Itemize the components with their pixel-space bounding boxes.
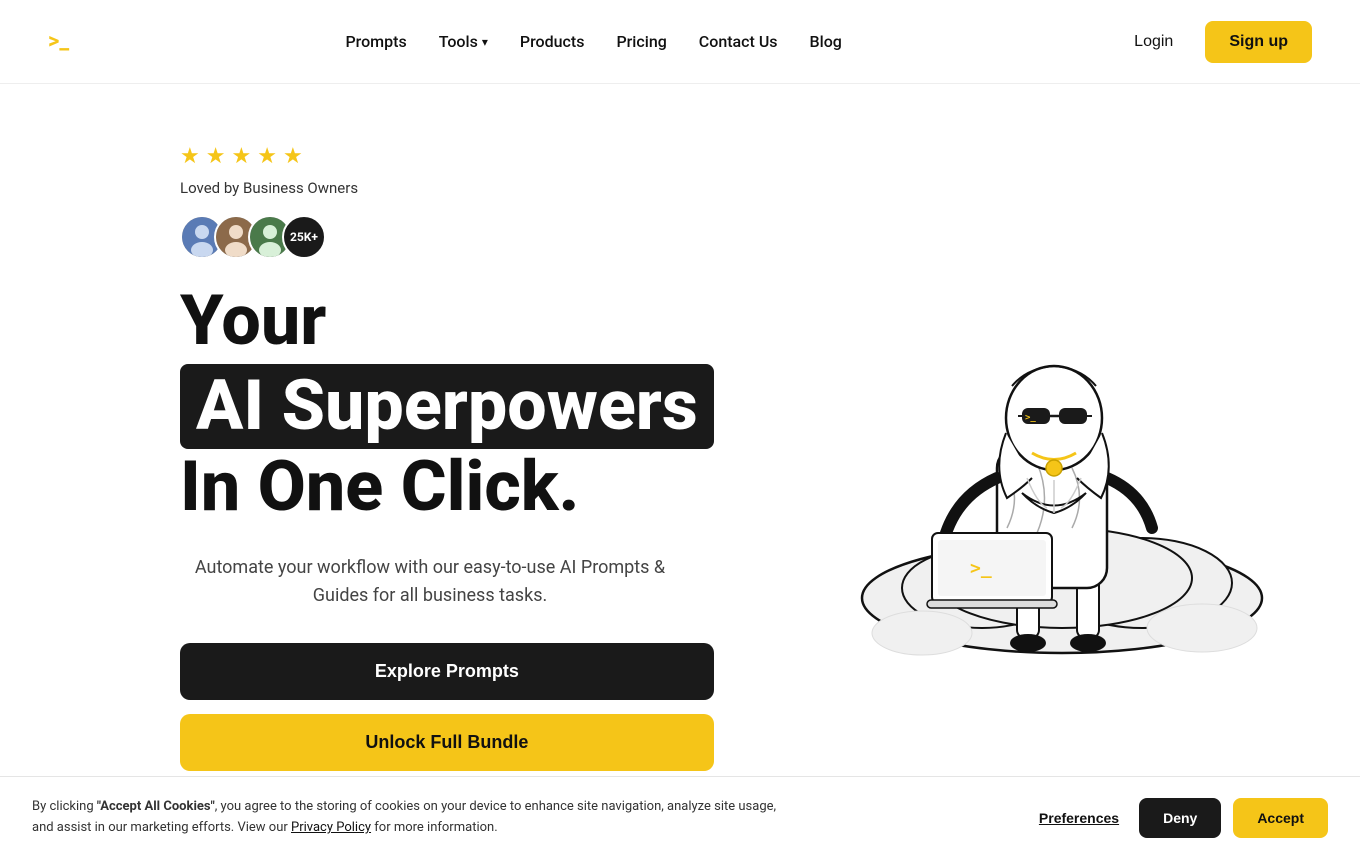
cookie-banner: By clicking "Accept All Cookies", you ag…: [0, 776, 1360, 859]
star-rating: ★ ★ ★ ★ ★: [180, 144, 714, 169]
cookie-suffix2: for more information.: [371, 820, 498, 835]
cookie-text: By clicking "Accept All Cookies", you ag…: [32, 797, 792, 839]
chevron-down-icon: ▾: [482, 35, 488, 49]
loved-text: Loved by Business Owners: [180, 179, 714, 197]
star-2: ★: [206, 144, 226, 169]
hero-title-line2: In One Click.: [180, 449, 714, 526]
signup-button[interactable]: Sign up: [1205, 21, 1312, 63]
nav-tools[interactable]: Tools ▾: [439, 32, 488, 51]
nav-pricing[interactable]: Pricing: [616, 32, 666, 51]
zeus-illustration: >_ >_: [822, 238, 1302, 678]
cookie-actions: Preferences Deny Accept: [1031, 798, 1328, 838]
user-count-badge: 25K+: [282, 215, 326, 259]
nav-contact[interactable]: Contact Us: [699, 32, 778, 51]
hero-illustration-container: >_ >_: [812, 238, 1312, 678]
nav-products[interactable]: Products: [520, 32, 585, 51]
svg-text:>_: >_: [970, 558, 992, 579]
star-4: ★: [257, 144, 277, 169]
cookie-accept-text: "Accept All Cookies": [97, 799, 215, 814]
preferences-button[interactable]: Preferences: [1031, 810, 1127, 826]
nav-blog[interactable]: Blog: [810, 32, 842, 51]
unlock-bundle-button[interactable]: Unlock Full Bundle: [180, 714, 714, 771]
hero-section: ★ ★ ★ ★ ★ Loved by Business Owners: [0, 84, 1360, 811]
hero-content: ★ ★ ★ ★ ★ Loved by Business Owners: [180, 144, 714, 771]
logo-icon: >_: [48, 29, 69, 54]
star-3: ★: [231, 144, 251, 169]
hero-title-your: Your: [180, 283, 714, 360]
nav-actions: Login Sign up: [1118, 21, 1312, 63]
svg-text:>_: >_: [1025, 413, 1036, 423]
hero-description: Automate your workflow with our easy-to-…: [180, 554, 680, 612]
deny-button[interactable]: Deny: [1139, 798, 1221, 838]
hero-title-highlight: AI Superpowers: [180, 364, 714, 449]
cookie-prefix: By clicking: [32, 799, 97, 814]
navbar: >_ Prompts Tools ▾ Products Pricing Cont…: [0, 0, 1360, 84]
avatar-group: 25K+: [180, 215, 714, 259]
star-5: ★: [283, 144, 303, 169]
logo[interactable]: >_: [48, 29, 69, 54]
star-1: ★: [180, 144, 200, 169]
accept-button[interactable]: Accept: [1233, 798, 1328, 838]
explore-prompts-button[interactable]: Explore Prompts: [180, 643, 714, 700]
login-button[interactable]: Login: [1118, 25, 1189, 59]
privacy-policy-link[interactable]: Privacy Policy: [291, 820, 371, 835]
hero-title-highlight-wrapper: AI Superpowers: [180, 364, 714, 449]
nav-links: Prompts Tools ▾ Products Pricing Contact…: [345, 32, 841, 51]
nav-prompts[interactable]: Prompts: [345, 32, 406, 51]
